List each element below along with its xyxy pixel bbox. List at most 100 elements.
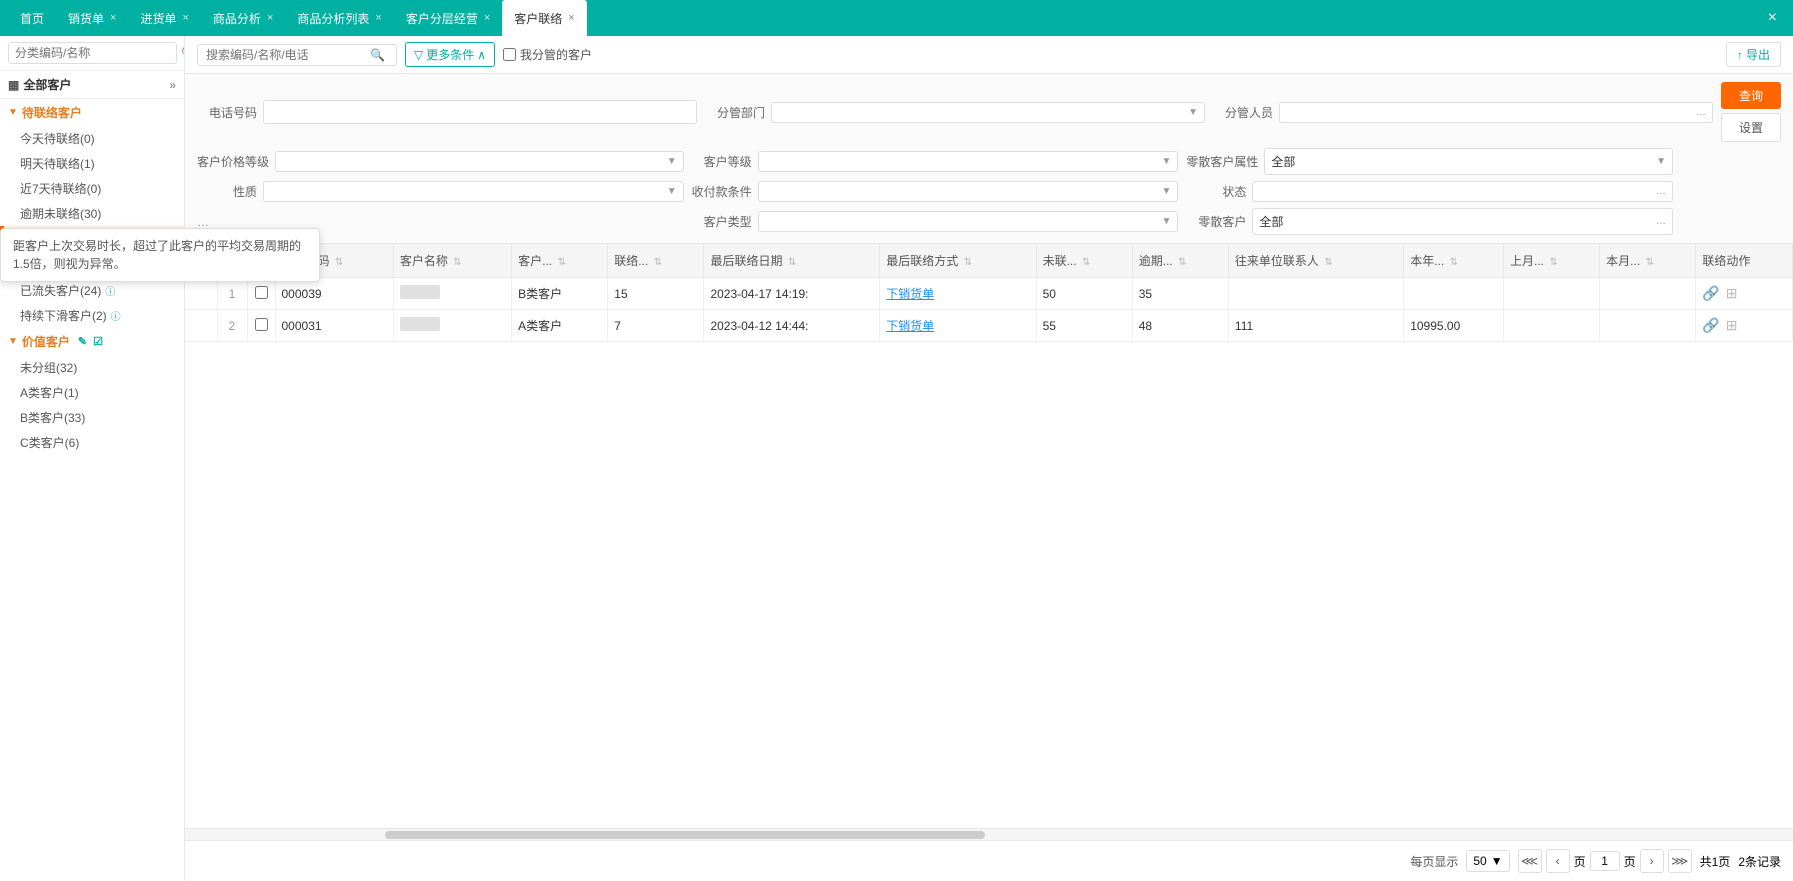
sidebar-item-overdue[interactable]: 逾期未联络(30) (0, 201, 184, 226)
group-arrow-icon-3: ▼ (8, 336, 18, 347)
dots-icon-left[interactable]: … (197, 215, 209, 229)
customer-level-select[interactable]: ▼ (758, 151, 1179, 172)
filter-department: 分管部门 ▼ (705, 102, 1205, 123)
sidebar-group-pending[interactable]: ▼ 待联络客户 (0, 99, 184, 126)
row2-overdue: 48 (1132, 310, 1228, 342)
retail-customer-select[interactable]: 全部 … (1252, 208, 1673, 235)
col-last-month[interactable]: 上月... ⇅ (1504, 244, 1600, 278)
row1-name-blur (400, 285, 440, 299)
query-button[interactable]: 查询 (1721, 82, 1781, 109)
sidebar-group-value[interactable]: ▼ 价值客户 ✎ ☑ (0, 328, 184, 355)
first-page-button[interactable]: ⋘ (1518, 849, 1542, 873)
status-arrow-icon: … (1656, 186, 1666, 197)
close-product-analysis-list-tab[interactable]: × (375, 12, 381, 24)
row1-grid-icon[interactable]: ⊞ (1726, 285, 1738, 302)
sidebar-item-declining[interactable]: 持续下滑客户(2) ⓘ (0, 303, 184, 328)
col-overdue[interactable]: 逾期... ⇅ (1132, 244, 1228, 278)
close-sales-tab[interactable]: × (110, 12, 116, 24)
filter-search-icon[interactable]: 🔍 (370, 48, 385, 62)
status-select[interactable]: … (1252, 181, 1673, 202)
settings-icon-value[interactable]: ☑ (93, 335, 103, 348)
sort-last-month-icon: ⇅ (1549, 257, 1557, 268)
horizontal-scrollbar[interactable] (185, 828, 1793, 840)
phone-input[interactable] (263, 100, 697, 124)
sidebar-item-class-b[interactable]: B类客户(33) (0, 405, 184, 430)
sidebar-all-customers[interactable]: ▦ 全部客户 » (0, 71, 184, 99)
row2-grid-icon[interactable]: ⊞ (1726, 317, 1738, 334)
edit-icon-value[interactable]: ✎ (78, 335, 87, 348)
col-this-month[interactable]: 本月... ⇅ (1600, 244, 1696, 278)
row2-this-month (1600, 310, 1696, 342)
nav-purchase[interactable]: 进货单 × (128, 0, 200, 36)
sidebar-item-today[interactable]: 今天待联络(0) (0, 126, 184, 151)
nav-product-analysis[interactable]: 商品分析 × (201, 0, 285, 36)
my-customers-checkbox[interactable] (503, 48, 516, 61)
filter-search-input[interactable] (206, 48, 366, 62)
nature-select[interactable]: ▼ (263, 181, 684, 202)
manager-select[interactable]: … (1279, 102, 1713, 123)
settings-button[interactable]: 设置 (1721, 113, 1781, 142)
close-product-analysis-tab[interactable]: × (267, 12, 273, 24)
data-table-area: ⚙ 客户编码 ⇅ 客户名称 ⇅ (185, 244, 1793, 828)
filter-phone: 电话号码 (197, 100, 697, 124)
sidebar-item-class-a[interactable]: A类客户(1) (0, 380, 184, 405)
row2-num: 2 (217, 310, 247, 342)
col-last-method[interactable]: 最后联络方式 ⇅ (880, 244, 1036, 278)
row1-last-method[interactable]: 下销货单 (880, 278, 1036, 310)
row2-name-blur (400, 317, 440, 331)
col-contact-count[interactable]: 联络... ⇅ (608, 244, 704, 278)
per-page-arrow-icon: ▼ (1491, 854, 1503, 868)
nav-product-analysis-list[interactable]: 商品分析列表 × (285, 0, 393, 36)
row2-link-icon[interactable]: 🔗 (1702, 317, 1719, 334)
row2-contact-count: 7 (608, 310, 704, 342)
nav-customer-tier[interactable]: 客户分层经营 × (394, 0, 502, 36)
close-customer-contact-tab[interactable]: × (568, 12, 574, 24)
close-customer-tier-tab[interactable]: × (484, 12, 490, 24)
row2-code: 000031 (275, 310, 393, 342)
prev-page-button[interactable]: ‹ (1546, 849, 1570, 873)
export-button[interactable]: ↑ 导出 (1726, 42, 1781, 67)
col-name[interactable]: 客户名称 ⇅ (393, 244, 511, 278)
row1-type: B类客户 (512, 278, 608, 310)
last-page-button[interactable]: ⋙ (1668, 849, 1692, 873)
close-purchase-tab[interactable]: × (182, 12, 188, 24)
customer-table: ⚙ 客户编码 ⇅ 客户名称 ⇅ (185, 244, 1793, 342)
row1-company-contact (1228, 278, 1403, 310)
sidebar-item-7days[interactable]: 近7天待联络(0) (0, 176, 184, 201)
payment-arrow-icon: ▼ (1161, 186, 1171, 197)
sidebar-item-class-c[interactable]: C类客户(6) (0, 430, 184, 455)
per-page-select[interactable]: 50 ▼ (1466, 850, 1509, 872)
payment-select[interactable]: ▼ (758, 181, 1179, 202)
sidebar-item-ungrouped[interactable]: 未分组(32) (0, 355, 184, 380)
col-this-year[interactable]: 本年... ⇅ (1404, 244, 1504, 278)
row1-checkbox[interactable] (255, 286, 268, 299)
total-records-label: 2条记录 (1738, 853, 1781, 870)
row2-last-method[interactable]: 下销货单 (880, 310, 1036, 342)
page-input[interactable] (1590, 851, 1620, 871)
row1-action-buttons: 🔗 ⊞ (1702, 285, 1786, 302)
col-actions: 联络动作 (1696, 244, 1793, 278)
retail-attr-select[interactable]: 全部 ▼ (1264, 148, 1673, 175)
sort-company-contact-icon: ⇅ (1324, 257, 1332, 268)
col-company-contact[interactable]: 往来单位联系人 ⇅ (1228, 244, 1403, 278)
row1-link-icon[interactable]: 🔗 (1702, 285, 1719, 302)
customer-level-arrow-icon: ▼ (1161, 156, 1171, 167)
nav-home[interactable]: 首页 (8, 0, 56, 36)
more-conditions-button[interactable]: ▽ 更多条件 ∧ (405, 42, 495, 67)
row2-checkbox[interactable] (255, 318, 268, 331)
price-level-select[interactable]: ▼ (275, 151, 684, 172)
nav-customer-contact[interactable]: 客户联络 × (502, 0, 586, 36)
col-uncontacted[interactable]: 未联... ⇅ (1036, 244, 1132, 278)
nav-sales[interactable]: 销货单 × (56, 0, 128, 36)
customer-type-select[interactable]: ▼ (758, 211, 1179, 232)
sidebar-item-tomorrow[interactable]: 明天待联络(1) (0, 151, 184, 176)
next-page-button[interactable]: › (1640, 849, 1664, 873)
filter-price-level: 客户价格等级 ▼ (197, 151, 684, 172)
scrollbar-thumb[interactable] (385, 831, 985, 839)
close-all-button[interactable]: × (1760, 9, 1785, 27)
col-last-date[interactable]: 最后联络日期 ⇅ (704, 244, 880, 278)
department-select[interactable]: ▼ (771, 102, 1205, 123)
col-type[interactable]: 客户... ⇅ (512, 244, 608, 278)
row1-actions: 🔗 ⊞ (1696, 278, 1793, 310)
sidebar-search-input[interactable] (8, 42, 177, 64)
